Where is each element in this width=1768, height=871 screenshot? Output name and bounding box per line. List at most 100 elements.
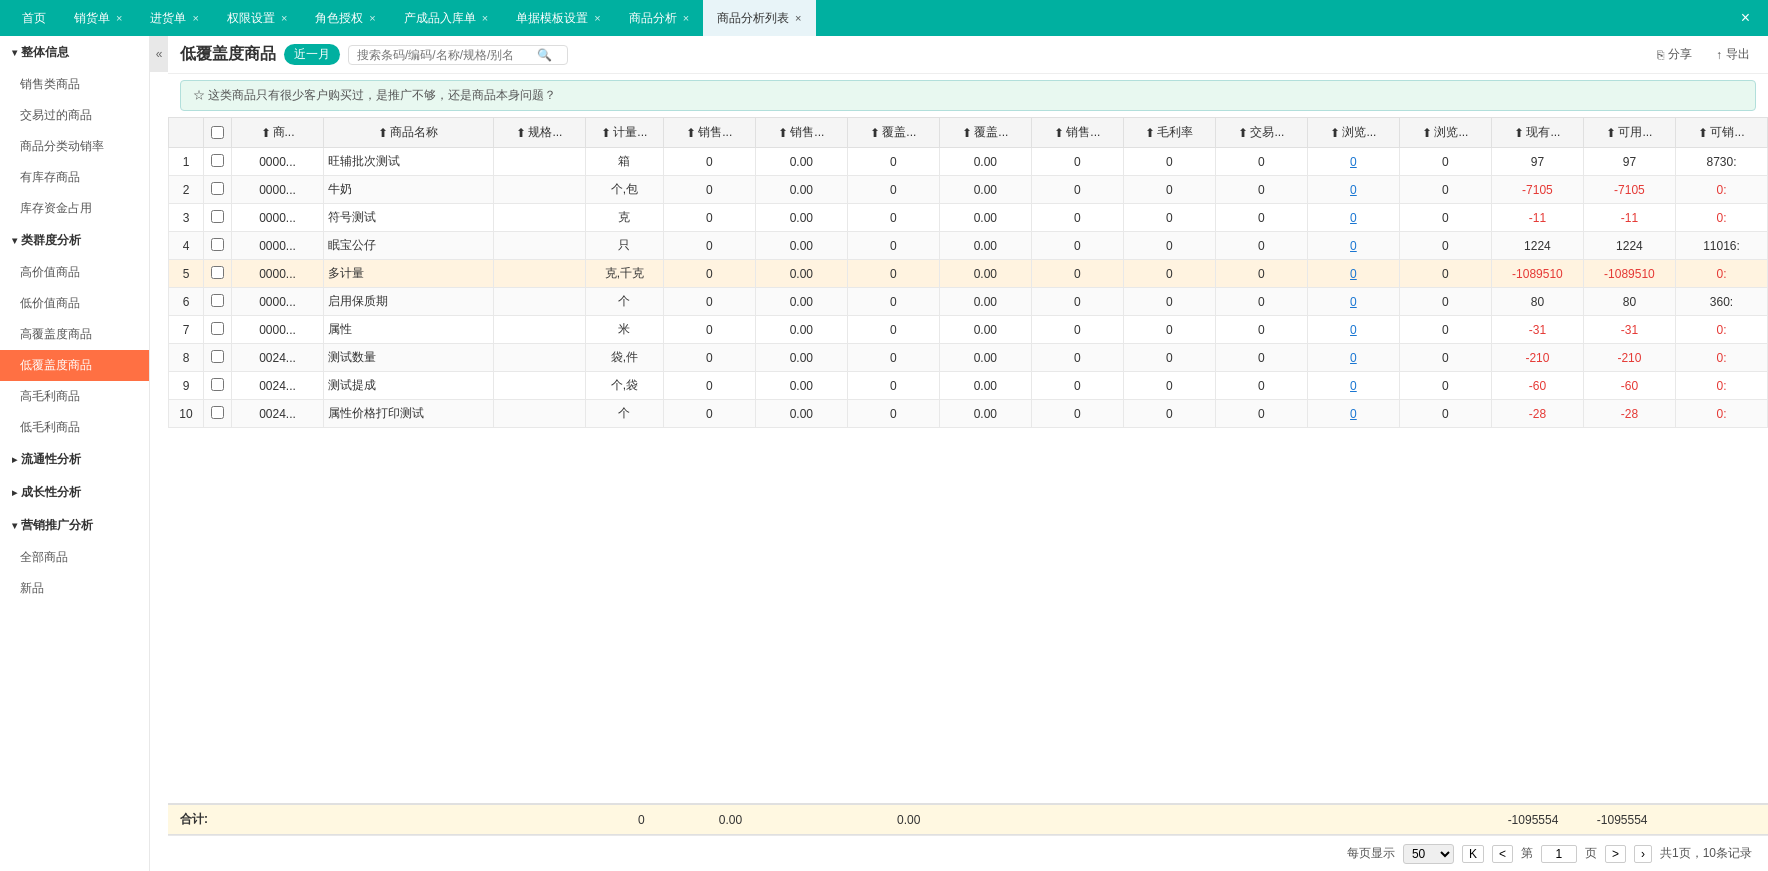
cell-sales-days: 0 <box>1031 260 1123 288</box>
nav-item-purchase[interactable]: 进货单 × <box>136 0 212 36</box>
row-checkbox[interactable] <box>211 238 224 251</box>
row-checkbox[interactable] <box>211 406 224 419</box>
th-code[interactable]: ⬆商... <box>232 118 324 148</box>
sidebar-item-low-margin[interactable]: 低毛利商品 <box>0 412 149 443</box>
sidebar-item-high-value[interactable]: 高价值商品 <box>0 257 149 288</box>
search-input[interactable] <box>357 48 537 62</box>
th-browse1[interactable]: ⬆浏览... <box>1307 118 1399 148</box>
per-page-select[interactable]: 50 20 100 200 <box>1403 844 1454 864</box>
cell-current: -1089510 <box>1491 260 1583 288</box>
time-filter-button[interactable]: 近一月 <box>284 44 340 65</box>
sidebar-item-high-margin[interactable]: 高毛利商品 <box>0 381 149 412</box>
sidebar-item-all-goods[interactable]: 全部商品 <box>0 542 149 573</box>
sidebar-item-stocked-goods[interactable]: 有库存商品 <box>0 162 149 193</box>
th-gross-rate[interactable]: ⬆毛利率 <box>1123 118 1215 148</box>
th-sellable[interactable]: ⬆可销... <box>1675 118 1767 148</box>
search-icon[interactable]: 🔍 <box>537 48 552 62</box>
row-checkbox[interactable] <box>211 294 224 307</box>
cell-sales-count: 0 <box>663 344 755 372</box>
sidebar-section-overall[interactable]: ▾ 整体信息 <box>0 36 149 69</box>
th-name[interactable]: ⬆商品名称 <box>324 118 494 148</box>
row-checkbox[interactable] <box>211 182 224 195</box>
nav-close-warehouse[interactable]: × <box>482 12 488 24</box>
th-sales-amt[interactable]: ⬆销售... <box>755 118 847 148</box>
sidebar-item-category-rate[interactable]: 商品分类动销率 <box>0 131 149 162</box>
nav-close-purchase[interactable]: × <box>192 12 198 24</box>
cell-trans: 0 <box>1215 316 1307 344</box>
sidebar-item-low-coverage[interactable]: 低覆盖度商品 <box>0 350 149 381</box>
cell-avail: -7105 <box>1583 176 1675 204</box>
nav-item-warehouse[interactable]: 产成品入库单 × <box>390 0 502 36</box>
sidebar-item-traded-goods[interactable]: 交易过的商品 <box>0 100 149 131</box>
th-current[interactable]: ⬆现有... <box>1491 118 1583 148</box>
cell-gross-rate: 0 <box>1123 344 1215 372</box>
th-cover-rate[interactable]: ⬆覆盖... <box>939 118 1031 148</box>
select-all-checkbox[interactable] <box>211 126 224 139</box>
cell-avail: -210 <box>1583 344 1675 372</box>
sidebar-item-inventory-capital[interactable]: 库存资金占用 <box>0 193 149 224</box>
nav-close-sales[interactable]: × <box>116 12 122 24</box>
pagination-last-button[interactable]: › <box>1634 845 1652 863</box>
sidebar-section-cluster[interactable]: ▾ 类群度分析 <box>0 224 149 257</box>
nav-close-roles[interactable]: × <box>369 12 375 24</box>
nav-close-all-button[interactable]: × <box>1731 9 1760 27</box>
row-checkbox[interactable] <box>211 154 224 167</box>
sidebar-section-marketing[interactable]: ▾ 营销推广分析 <box>0 509 149 542</box>
nav-close-analysis[interactable]: × <box>683 12 689 24</box>
cell-browse2: 0 <box>1399 260 1491 288</box>
sidebar-section-growth[interactable]: ▸ 成长性分析 <box>0 476 149 509</box>
page-number-input[interactable] <box>1541 845 1577 863</box>
cell-unit: 箱 <box>585 148 663 176</box>
export-icon: ↑ <box>1716 48 1722 62</box>
th-cover-count[interactable]: ⬆覆盖... <box>847 118 939 148</box>
cell-unit: 克,千克 <box>585 260 663 288</box>
row-checkbox[interactable] <box>211 322 224 335</box>
th-sales-days[interactable]: ⬆销售... <box>1031 118 1123 148</box>
nav-item-templates[interactable]: 单据模板设置 × <box>502 0 614 36</box>
cell-check <box>204 148 232 176</box>
nav-close-templates[interactable]: × <box>594 12 600 24</box>
row-checkbox[interactable] <box>211 210 224 223</box>
nav-item-home[interactable]: 首页 <box>8 0 60 36</box>
cell-cover-count: 0 <box>847 344 939 372</box>
nav-item-analysis[interactable]: 商品分析 × <box>615 0 703 36</box>
pagination-prev-button[interactable]: < <box>1492 845 1513 863</box>
cell-browse1: 0 <box>1307 148 1399 176</box>
th-unit[interactable]: ⬆计量... <box>585 118 663 148</box>
th-spec[interactable]: ⬆规格... <box>493 118 585 148</box>
cell-check <box>204 176 232 204</box>
nav-item-sales[interactable]: 销货单 × <box>60 0 136 36</box>
row-checkbox[interactable] <box>211 266 224 279</box>
export-button[interactable]: ↑ 导出 <box>1710 44 1756 65</box>
cell-spec <box>493 400 585 428</box>
row-checkbox[interactable] <box>211 350 224 363</box>
cell-sellable: 0: <box>1675 260 1767 288</box>
sidebar-collapse-button[interactable]: « <box>150 36 168 72</box>
cell-name: 眠宝公仔 <box>324 232 494 260</box>
share-button[interactable]: ⎘ 分享 <box>1651 44 1698 65</box>
th-avail[interactable]: ⬆可用... <box>1583 118 1675 148</box>
nav-close-permissions[interactable]: × <box>281 12 287 24</box>
sidebar-item-low-value[interactable]: 低价值商品 <box>0 288 149 319</box>
th-sales-count[interactable]: ⬆销售... <box>663 118 755 148</box>
cell-num: 2 <box>169 176 204 204</box>
row-checkbox[interactable] <box>211 378 224 391</box>
pagination-next-button[interactable]: > <box>1605 845 1626 863</box>
table-container[interactable]: ⬆商... ⬆商品名称 ⬆规格... ⬆计量... ⬆销售... <box>168 117 1768 803</box>
nav-close-analysis-list[interactable]: × <box>795 12 801 24</box>
sidebar-item-new-goods[interactable]: 新品 <box>0 573 149 604</box>
cell-code: 0000... <box>232 260 324 288</box>
sidebar-section-liquidity[interactable]: ▸ 流通性分析 <box>0 443 149 476</box>
nav-item-roles[interactable]: 角色授权 × <box>301 0 389 36</box>
nav-item-analysis-list[interactable]: 商品分析列表 × <box>703 0 815 36</box>
pagination-first-button[interactable]: K <box>1462 845 1484 863</box>
th-browse2[interactable]: ⬆浏览... <box>1399 118 1491 148</box>
nav-item-permissions[interactable]: 权限设置 × <box>213 0 301 36</box>
cell-browse1: 0 <box>1307 344 1399 372</box>
sidebar-item-sales-goods[interactable]: 销售类商品 <box>0 69 149 100</box>
cell-avail: -31 <box>1583 316 1675 344</box>
page-title: 低覆盖度商品 <box>180 44 276 65</box>
th-trans[interactable]: ⬆交易... <box>1215 118 1307 148</box>
sidebar-item-high-coverage[interactable]: 高覆盖度商品 <box>0 319 149 350</box>
cell-code: 0000... <box>232 316 324 344</box>
